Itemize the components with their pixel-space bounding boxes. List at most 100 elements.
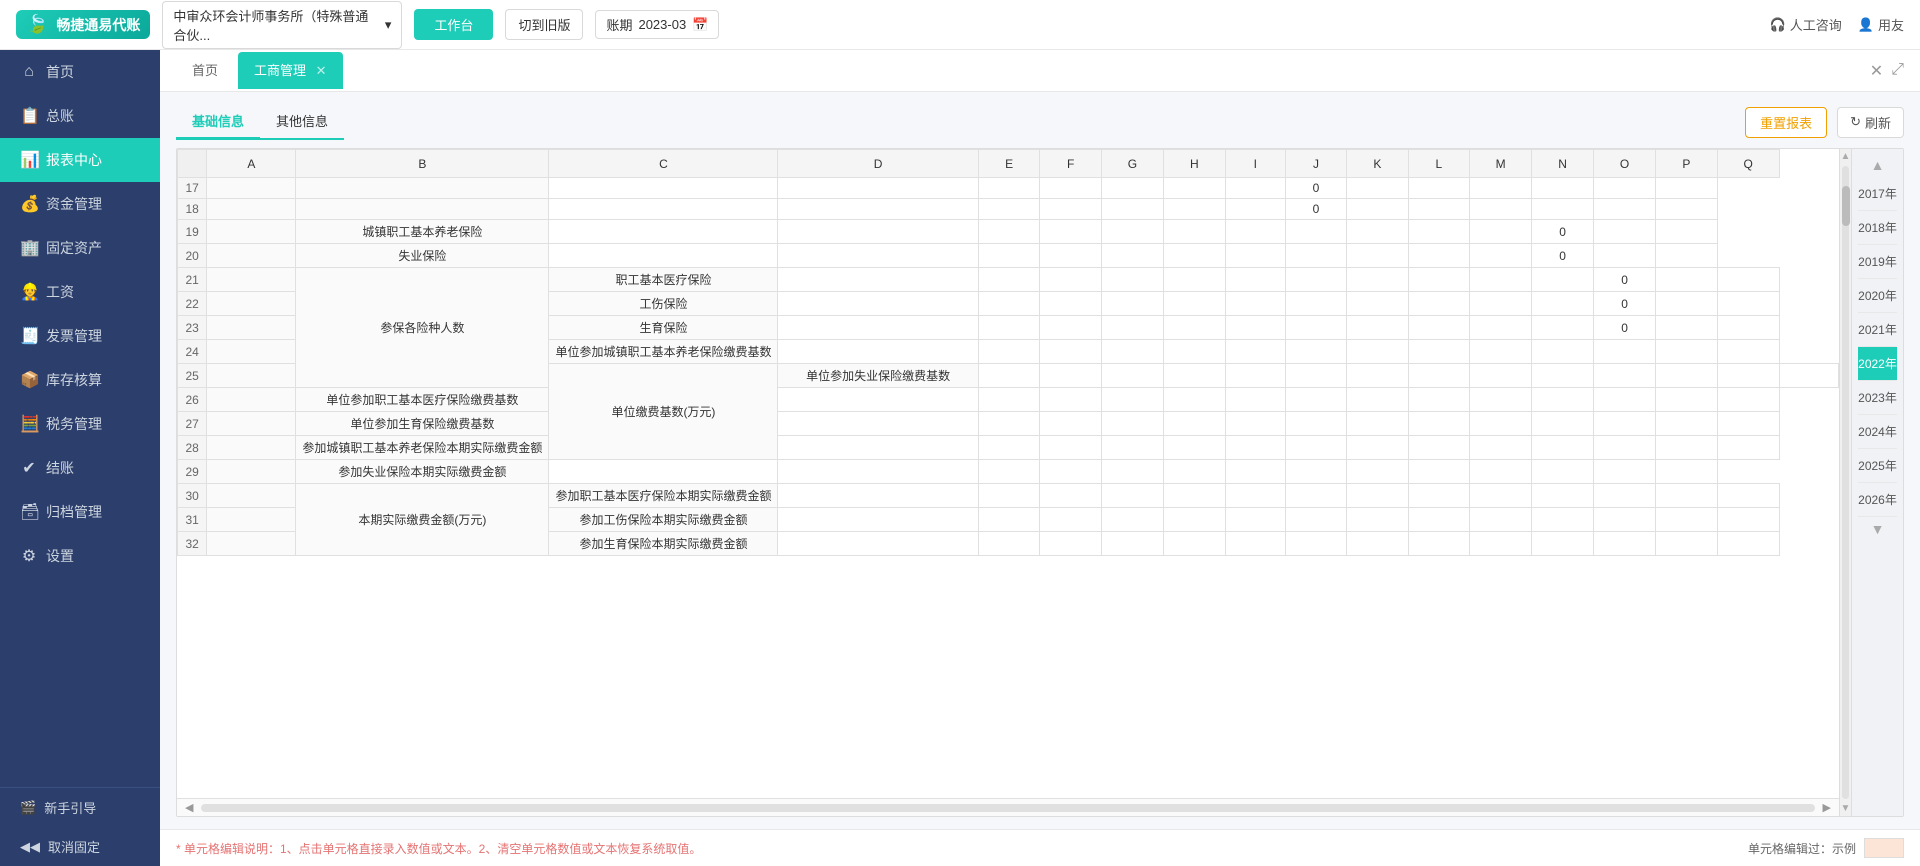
cell-data[interactable] [778, 508, 978, 532]
cell-data[interactable] [778, 292, 978, 316]
cell-data[interactable] [778, 484, 978, 508]
cell-data[interactable] [1469, 316, 1531, 340]
cell-data[interactable] [778, 340, 978, 364]
cell-data[interactable] [1469, 460, 1531, 484]
cell-data[interactable] [1532, 532, 1594, 556]
cell-a[interactable] [207, 388, 296, 412]
cell-c[interactable]: 失业保险 [296, 244, 549, 268]
cell-c[interactable]: 单位参加城镇职工基本养老保险缴费基数 [549, 340, 778, 364]
tab-close-biz[interactable]: ✕ [316, 63, 327, 78]
cell-data[interactable] [1101, 199, 1163, 220]
cell-a[interactable] [207, 364, 296, 388]
cell-o[interactable] [1532, 199, 1594, 220]
cell-data[interactable] [1101, 364, 1163, 388]
cell-data[interactable] [1532, 292, 1594, 316]
cell-data[interactable] [978, 484, 1040, 508]
cell-data[interactable] [1779, 364, 1838, 388]
cell-data[interactable] [1225, 484, 1285, 508]
cell-c[interactable]: 参加生育保险本期实际缴费金额 [549, 532, 778, 556]
cell-data[interactable] [778, 532, 978, 556]
cell-data[interactable] [778, 268, 978, 292]
sidebar-item-checkout[interactable]: ✔ 结账 [0, 446, 160, 490]
cell-data[interactable] [1717, 436, 1779, 460]
cell-b[interactable]: 单位缴费基数(万元) [549, 364, 778, 460]
v-scroll-up-icon[interactable]: ▲ [1840, 149, 1851, 164]
cell-data[interactable] [778, 220, 978, 244]
cell-data[interactable] [778, 316, 978, 340]
h-scroll-left-icon[interactable]: ◀ [181, 801, 197, 814]
v-scroll-down-icon[interactable]: ▼ [1840, 801, 1851, 816]
cell-o[interactable] [1594, 436, 1656, 460]
cell-a[interactable] [207, 508, 296, 532]
cell-data[interactable] [778, 178, 978, 199]
cell-data[interactable] [1469, 532, 1531, 556]
cell-o[interactable] [1594, 412, 1656, 436]
cell-data[interactable] [1717, 316, 1779, 340]
year-panel-down-icon[interactable]: ▼ [1871, 517, 1885, 541]
cell-c[interactable]: 职工基本医疗保险 [549, 268, 778, 292]
cell-k[interactable] [1285, 460, 1346, 484]
sidebar-item-archive[interactable]: 🗃 归档管理 [0, 490, 160, 534]
cell-a[interactable] [207, 460, 296, 484]
cell-data[interactable] [1163, 340, 1225, 364]
cell-data[interactable] [1225, 199, 1285, 220]
cell-data[interactable] [1163, 484, 1225, 508]
cell-data[interactable] [1225, 436, 1285, 460]
cell-data[interactable] [1469, 364, 1531, 388]
h-scroll-track[interactable] [201, 804, 1814, 812]
cell-data[interactable] [1656, 268, 1718, 292]
user-area[interactable]: 👤 用友 [1858, 15, 1904, 34]
cell-data[interactable] [1101, 508, 1163, 532]
sidebar-item-invoice[interactable]: 🧾 发票管理 [0, 314, 160, 358]
cell-data[interactable] [1040, 292, 1101, 316]
cell-data[interactable] [778, 460, 978, 484]
cell-k[interactable] [1347, 532, 1409, 556]
cell-data[interactable] [1225, 268, 1285, 292]
cell-data[interactable] [1532, 316, 1594, 340]
vertical-scrollbar[interactable]: ▲ ▼ [1839, 149, 1851, 816]
cell-data[interactable] [1101, 268, 1163, 292]
cell-o[interactable] [1594, 532, 1656, 556]
cell-data[interactable] [1408, 412, 1469, 436]
cell-data[interactable] [1163, 244, 1225, 268]
cell-c[interactable]: 参加城镇职工基本养老保险本期实际缴费金额 [296, 436, 549, 460]
cell-a[interactable] [207, 484, 296, 508]
cell-data[interactable] [1347, 244, 1409, 268]
cell-a[interactable] [207, 412, 296, 436]
cell-c[interactable]: 参加工伤保险本期实际缴费金额 [549, 508, 778, 532]
sub-tab-other[interactable]: 其他信息 [260, 104, 344, 140]
cell-data[interactable] [1656, 388, 1718, 412]
cell-data[interactable] [1408, 220, 1469, 244]
cell-data[interactable] [978, 178, 1040, 199]
year-item[interactable]: 2023年 [1858, 381, 1897, 415]
year-item[interactable]: 2021年 [1858, 313, 1897, 347]
cell-data[interactable] [1347, 460, 1409, 484]
cell-data[interactable] [1408, 199, 1469, 220]
cell-data[interactable] [1656, 412, 1718, 436]
cell-k[interactable] [1347, 316, 1409, 340]
cell-k[interactable] [1347, 412, 1409, 436]
cell-data[interactable] [1532, 364, 1594, 388]
cell-data[interactable] [1656, 436, 1718, 460]
cell-c[interactable]: 单位参加失业保险缴费基数 [778, 364, 978, 388]
cell-a[interactable] [207, 220, 296, 244]
cell-data[interactable] [1040, 268, 1101, 292]
company-selector[interactable]: 中审众环会计师事务所（特殊普通合伙... ▾ [162, 1, 402, 49]
cell-data[interactable] [1469, 244, 1531, 268]
cell-data[interactable] [1717, 364, 1779, 388]
cell-data[interactable] [1408, 388, 1469, 412]
cell-data[interactable] [549, 460, 778, 484]
cell-data[interactable] [978, 388, 1040, 412]
cell-data[interactable] [1225, 460, 1285, 484]
cell-data[interactable] [1594, 244, 1656, 268]
cell-data[interactable] [1656, 532, 1718, 556]
cell-o[interactable] [1532, 178, 1594, 199]
cell-data[interactable] [1285, 388, 1346, 412]
cell-c[interactable]: 工伤保险 [549, 292, 778, 316]
cell-data[interactable] [978, 199, 1040, 220]
cell-data[interactable] [1408, 268, 1469, 292]
sidebar-item-tax[interactable]: 🧮 税务管理 [0, 402, 160, 446]
year-panel-up-icon[interactable]: ▲ [1871, 153, 1885, 177]
refresh-button[interactable]: ↻ 刷新 [1837, 107, 1904, 138]
cell-data[interactable] [1163, 412, 1225, 436]
